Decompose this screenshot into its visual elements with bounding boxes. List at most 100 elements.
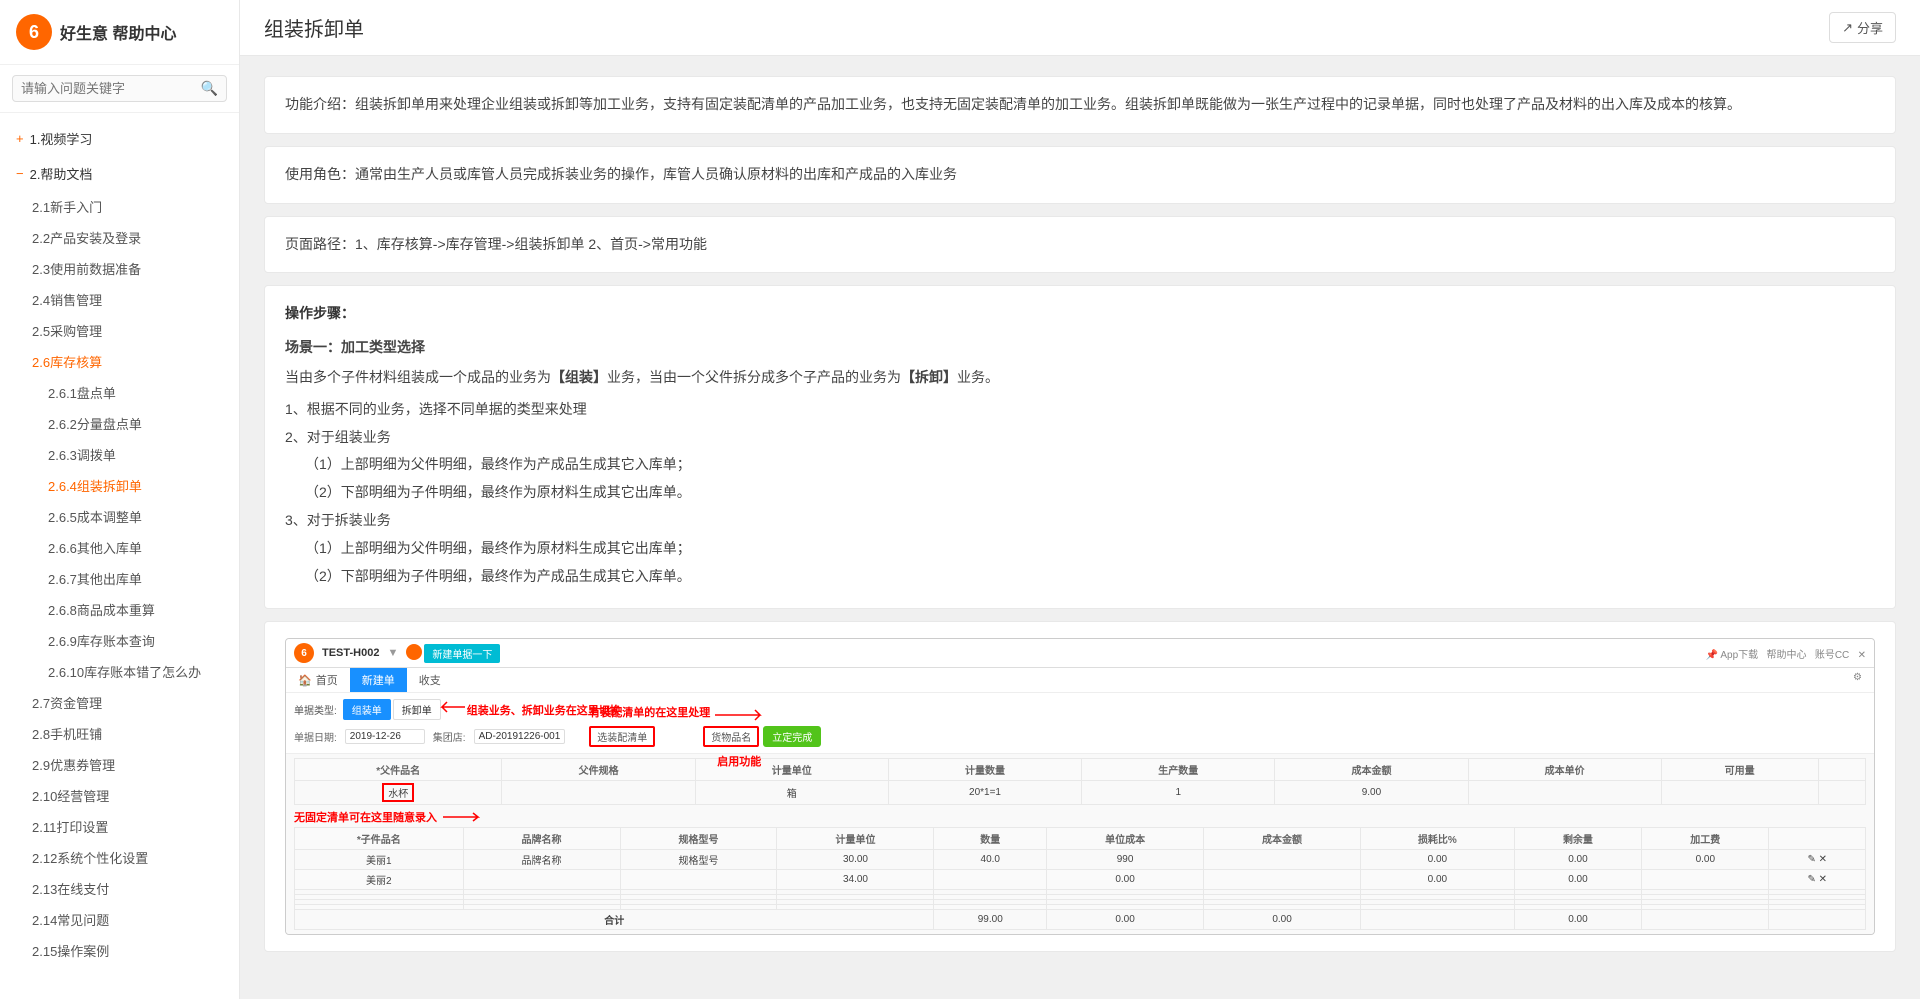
sidebar-item-2-6-8[interactable]: 2.6.8商品成本重算 — [0, 594, 239, 625]
search-input[interactable] — [21, 81, 201, 96]
sidebar-item-2-10[interactable]: 2.10经营管理 — [0, 780, 239, 811]
path-card: 页面路径：1、库存核算->库存管理->组装拆卸单 2、首页->常用功能 — [264, 216, 1896, 274]
mock-tab-disassembly[interactable]: 拆卸单 — [393, 699, 441, 720]
annotation1-text: 有装配清单的在这里处理 — [589, 707, 710, 719]
sidebar-item-2-15[interactable]: 2.15操作案例 — [0, 935, 239, 966]
role-text: 使用角色：通常由生产人员或库管人员完成拆装业务的操作，库管人员确认原材料的出库和… — [285, 163, 1875, 187]
sidebar-item-2-14[interactable]: 2.14常见问题 — [0, 904, 239, 935]
sidebar-item-2-13[interactable]: 2.13在线支付 — [0, 873, 239, 904]
nav-list: + 1.视频学习 − 2.帮助文档 2.1新手入门 2.2产品安装及登录 2.3… — [0, 113, 239, 999]
cell-prod-qty-1: 1 — [1082, 781, 1275, 805]
cell-child-cost-2 — [1204, 870, 1361, 890]
sidebar-item-2-6[interactable]: 2.6库存核算 — [0, 346, 239, 377]
mock-enable-highlight: 货物品名 — [703, 726, 759, 747]
sidebar-item-2-2[interactable]: 2.2产品安装及登录 — [0, 222, 239, 253]
top-bar: 组装拆卸单 ↗ 分享 — [240, 0, 1920, 56]
sidebar-item-2-6-2[interactable]: 2.6.2分量盘点单 — [0, 408, 239, 439]
content-area: 功能介绍：组装拆卸单用来处理企业组装或拆卸等加工业务，支持有固定装配清单的产品加… — [240, 56, 1920, 999]
mock-screen: 6 TEST-H002 ▼ 新建单据一下 📌 App下载 帮助中心 账号CC ✕… — [285, 638, 1875, 935]
mock-org-label: 集团店: — [433, 729, 466, 744]
mock-store: TEST-H002 — [322, 647, 379, 659]
cell-unit-1: 箱 — [695, 781, 888, 805]
cell-loss-1: 0.00 — [1361, 850, 1515, 870]
mock-tab-assembly[interactable]: 组装单 — [343, 699, 391, 720]
scene1-title: 场景一：加工类型选择 — [285, 336, 1875, 360]
share-icon: ↗ — [1842, 20, 1853, 36]
step2: 2、对于组装业务 — [285, 426, 1875, 450]
intro-card: 功能介绍：组装拆卸单用来处理企业组装或拆卸等加工业务，支持有固定装配清单的产品加… — [264, 76, 1896, 134]
sidebar-item-2-6-1[interactable]: 2.6.1盘点单 — [0, 377, 239, 408]
scene1-desc: 当由多个子件材料组装成一个成品的业务为【组装】业务，当由一个父件拆分成多个子产品… — [285, 366, 1875, 390]
mock-nav-new[interactable]: 新建单 — [350, 668, 407, 692]
cell-remain-2: 0.00 — [1514, 870, 1641, 890]
col-proc-fee: 加工费 — [1642, 828, 1769, 850]
footer-val6 — [1642, 910, 1769, 930]
col-cost-price: 成本单价 — [1468, 759, 1661, 781]
path-text: 页面路径：1、库存核算->库存管理->组装拆卸单 2、首页->常用功能 — [285, 233, 1875, 257]
footer-val4 — [1361, 910, 1515, 930]
cell-available-1 — [1661, 781, 1818, 805]
sidebar-item-2-8[interactable]: 2.8手机旺铺 — [0, 718, 239, 749]
sidebar-item-2-6-9[interactable]: 2.6.9库存账本查询 — [0, 625, 239, 656]
main-content: 组装拆卸单 ↗ 分享 功能介绍：组装拆卸单用来处理企业组装或拆卸等加工业务，支持… — [240, 0, 1920, 999]
sidebar-item-videos[interactable]: + 1.视频学习 — [0, 121, 239, 156]
annotation3-container: 启用功能 — [717, 753, 761, 769]
top-table-row-1: 水杯 箱 20*1=1 1 9.00 — [295, 781, 1866, 805]
col-available: 可用量 — [1661, 759, 1818, 781]
cell-brand-2 — [463, 870, 620, 890]
mock-confirm-btn[interactable]: 立定完成 — [763, 726, 821, 747]
steps-card: 操作步骤： 场景一：加工类型选择 当由多个子件材料组装成一个成品的业务为【组装】… — [264, 285, 1896, 609]
annotation4-arrow — [443, 810, 483, 825]
sidebar-item-2-12[interactable]: 2.12系统个性化设置 — [0, 842, 239, 873]
minus-icon: − — [16, 166, 24, 181]
mock-nav-home[interactable]: 🏠 首页 — [286, 668, 350, 692]
cell-remain-1: 0.00 — [1514, 850, 1641, 870]
mock-type-tabs: 组装单 拆卸单 — [343, 699, 441, 720]
step2-1: （1）上部明细为父件明细，最终作为产成品生成其它入库单； — [285, 453, 1875, 477]
mock-orderno-input[interactable]: AD-20191226-001 — [474, 729, 566, 744]
role-card: 使用角色：通常由生产人员或库管人员完成拆装业务的操作，库管人员确认原材料的出库和… — [264, 146, 1896, 204]
sidebar-item-2-6-3[interactable]: 2.6.3调拨单 — [0, 439, 239, 470]
search-icon[interactable]: 🔍 — [201, 80, 218, 97]
cell-proc-1: 0.00 — [1642, 850, 1769, 870]
cell-child-unit-2: 34.00 — [777, 870, 934, 890]
sidebar-item-2-6-7[interactable]: 2.6.7其他出库单 — [0, 563, 239, 594]
sidebar-item-2-4[interactable]: 2.4销售管理 — [0, 284, 239, 315]
intro-text: 功能介绍：组装拆卸单用来处理企业组装或拆卸等加工业务，支持有固定装配清单的产品加… — [285, 93, 1875, 117]
cell-proc-2 — [1642, 870, 1769, 890]
mock-config-label: 选装配清单 — [597, 733, 647, 744]
sidebar-item-2-11[interactable]: 2.11打印设置 — [0, 811, 239, 842]
col-brand: 品牌名称 — [463, 828, 620, 850]
footer-val7 — [1769, 910, 1866, 930]
sidebar-item-2-5[interactable]: 2.5采购管理 — [0, 315, 239, 346]
mock-home-icon: 🏠 — [298, 674, 312, 687]
mock-neworder-btn[interactable]: 新建单据一下 — [424, 644, 500, 663]
col-actions — [1818, 759, 1865, 781]
cell-measure-qty-1: 20*1=1 — [888, 781, 1081, 805]
mock-fields-row: 单据日期: 2019-12-26 集团店: AD-20191226-001 选装… — [294, 726, 1866, 747]
mock-form-area: 单据类型: 组装单 拆卸单 组装业务、拆卸业务在这里切换 — [286, 693, 1874, 754]
sidebar-item-2-9[interactable]: 2.9优惠券管理 — [0, 749, 239, 780]
step3: 3、对于拆装业务 — [285, 509, 1875, 533]
mock-bottom-table: *子件品名 品牌名称 规格型号 计量单位 数量 单位成本 成本金额 损耗比% 剩… — [294, 827, 1866, 930]
cell-model-2 — [620, 870, 777, 890]
cell-child-name-1: 美丽1 — [295, 850, 464, 870]
sidebar-item-2-1[interactable]: 2.1新手入门 — [0, 191, 239, 222]
cell-child-action-1: ✎ ✕ — [1769, 850, 1866, 870]
sidebar-item-2-3[interactable]: 2.3使用前数据准备 — [0, 253, 239, 284]
mock-date-input[interactable]: 2019-12-26 — [345, 729, 425, 744]
footer-val2: 0.00 — [1047, 910, 1204, 930]
share-button[interactable]: ↗ 分享 — [1829, 12, 1896, 43]
mock-annotation3-area: 货物品名 立定完成 启用功能 — [703, 726, 821, 747]
sidebar-item-2-6-4[interactable]: 2.6.4组装拆卸单 — [0, 470, 239, 501]
col-unit-cost: 单位成本 — [1047, 828, 1204, 850]
col-cost-amt: 成本金额 — [1275, 759, 1468, 781]
sidebar-item-2-6-5[interactable]: 2.6.5成本调整单 — [0, 501, 239, 532]
cell-parent-name-1: 水杯 — [295, 781, 502, 805]
sidebar-item-2-6-10[interactable]: 2.6.10库存账本错了怎么办 — [0, 656, 239, 687]
sidebar-item-docs[interactable]: − 2.帮助文档 — [0, 156, 239, 191]
sidebar-item-2-6-6[interactable]: 2.6.6其他入库单 — [0, 532, 239, 563]
col-parent-spec: 父件规格 — [502, 759, 695, 781]
mock-nav-finance[interactable]: 收支 — [407, 668, 453, 692]
sidebar-item-2-7[interactable]: 2.7资金管理 — [0, 687, 239, 718]
